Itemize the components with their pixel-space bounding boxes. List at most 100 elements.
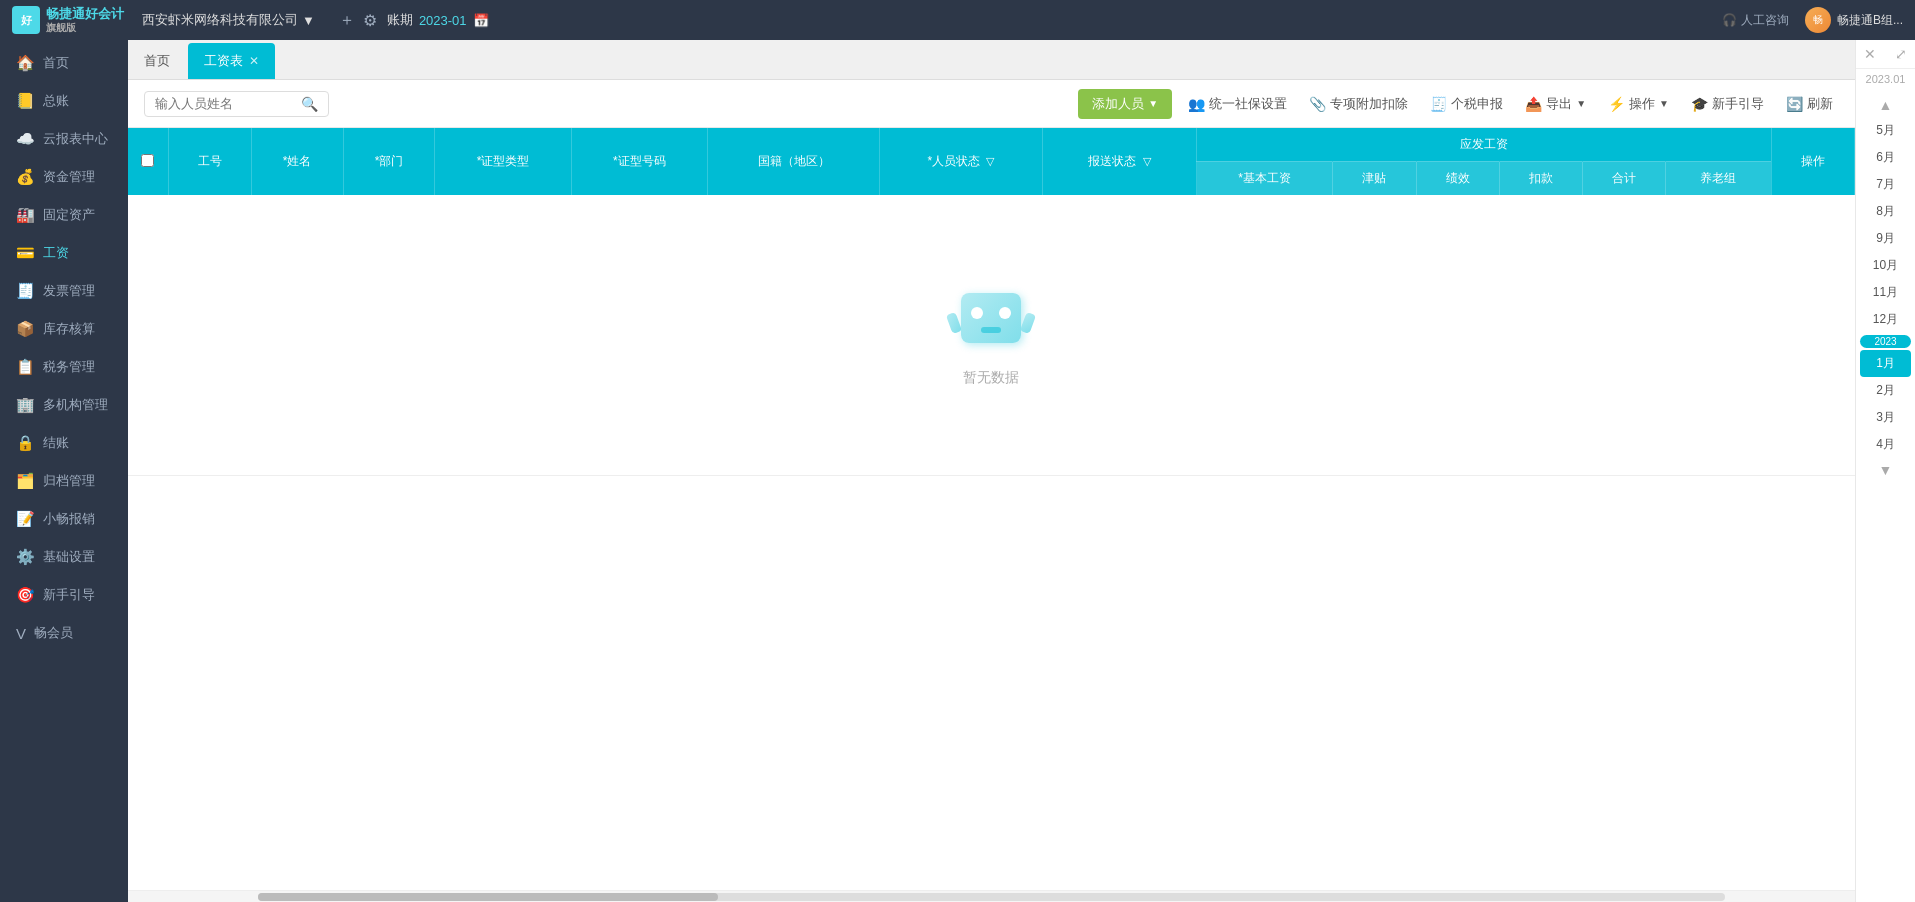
- social-security-icon: 👥: [1188, 96, 1205, 112]
- social-security-label: 统一社保设置: [1209, 95, 1287, 113]
- special-deduction-icon: 📎: [1309, 96, 1326, 112]
- robot-arm-left: [946, 312, 962, 334]
- social-security-btn[interactable]: 👥 统一社保设置: [1182, 91, 1293, 117]
- empty-row: 暂无数据: [128, 195, 1855, 476]
- refresh-btn[interactable]: 🔄 刷新: [1780, 91, 1839, 117]
- checkbox-header[interactable]: [128, 128, 168, 195]
- th-report-status: 报送状态 ▽: [1042, 128, 1196, 195]
- sidebar-item-expense[interactable]: 📝 小畅报销: [0, 500, 128, 538]
- sidebar-item-guide[interactable]: 🎯 新手引导: [0, 576, 128, 614]
- cloud-icon: ☁️: [16, 130, 35, 148]
- user-info[interactable]: 畅 畅捷通B组...: [1805, 7, 1903, 33]
- sidebar-label-member: 畅会员: [34, 624, 73, 642]
- sidebar-item-salary[interactable]: 💳 工资: [0, 234, 128, 272]
- period-value[interactable]: 2023-01: [419, 13, 467, 28]
- invoice-icon: 🧾: [16, 282, 35, 300]
- settings-icon[interactable]: ⚙: [363, 11, 377, 30]
- company-selector[interactable]: 西安虾米网络科技有限公司 ▼: [134, 7, 323, 33]
- sidebar-label-close: 结账: [43, 434, 69, 452]
- date-item-2022-8[interactable]: 8月: [1856, 198, 1915, 225]
- date-nav-down[interactable]: ▼: [1856, 458, 1915, 482]
- report-status-filter-icon[interactable]: ▽: [1143, 155, 1151, 167]
- th-number: 工号: [168, 128, 251, 195]
- operations-icon: ⚡: [1608, 96, 1625, 112]
- sidebar-item-close[interactable]: 🔒 结账: [0, 424, 128, 462]
- year-badge-2023: 2023: [1860, 335, 1911, 348]
- date-item-2022-12[interactable]: 12月: [1856, 306, 1915, 333]
- app-version: 旗舰版: [46, 22, 124, 34]
- company-dropdown-icon[interactable]: ▼: [302, 13, 315, 28]
- date-item-2022-6[interactable]: 6月: [1856, 144, 1915, 171]
- sidebar-item-archive[interactable]: 🗂️ 归档管理: [0, 462, 128, 500]
- date-item-2022-10[interactable]: 10月: [1856, 252, 1915, 279]
- date-item-2022-5[interactable]: 5月: [1856, 117, 1915, 144]
- calendar-icon[interactable]: 📅: [473, 13, 489, 28]
- operations-btn[interactable]: ⚡ 操作 ▼: [1602, 91, 1675, 117]
- date-item-2023-3[interactable]: 3月: [1856, 404, 1915, 431]
- search-input[interactable]: [155, 96, 295, 111]
- sidebar-item-settings[interactable]: ⚙️ 基础设置: [0, 538, 128, 576]
- sidebar-item-member[interactable]: V 畅会员: [0, 614, 128, 652]
- tab-home[interactable]: 首页: [128, 43, 186, 79]
- sidebar-item-fund[interactable]: 💰 资金管理: [0, 158, 128, 196]
- select-all-checkbox[interactable]: [141, 154, 154, 167]
- salary-table: 工号 *姓名 *部门 *证型类型 *证型号码 国籍（地区） *人员状态 ▽ 报送…: [128, 128, 1855, 476]
- person-status-filter-icon[interactable]: ▽: [986, 155, 994, 167]
- headset-icon: 🎧: [1722, 13, 1737, 27]
- personal-tax-btn[interactable]: 🧾 个税申报: [1424, 91, 1509, 117]
- bottom-scroll[interactable]: [128, 890, 1855, 902]
- panel-close-icon[interactable]: ✕: [1864, 46, 1876, 62]
- refresh-icon: 🔄: [1786, 96, 1803, 112]
- date-item-2023-4[interactable]: 4月: [1856, 431, 1915, 458]
- salary-icon: 💳: [16, 244, 35, 262]
- sidebar-item-tax[interactable]: 📋 税务管理: [0, 348, 128, 386]
- toolbar-right: 添加人员 ▼ 👥 统一社保设置 📎 专项附加扣除 🧾 个税申报 📤: [1078, 89, 1839, 119]
- operations-dropdown-icon: ▼: [1659, 98, 1669, 109]
- export-btn[interactable]: 📤 导出 ▼: [1519, 91, 1592, 117]
- refresh-label: 刷新: [1807, 95, 1833, 113]
- empty-state: 暂无数据: [138, 203, 1845, 467]
- table-body: 暂无数据: [128, 195, 1855, 476]
- th-performance: 绩效: [1416, 162, 1499, 196]
- home-icon: 🏠: [16, 54, 35, 72]
- date-item-2022-7[interactable]: 7月: [1856, 171, 1915, 198]
- sidebar-item-multi-org[interactable]: 🏢 多机构管理: [0, 386, 128, 424]
- table-header-row-1: 工号 *姓名 *部门 *证型类型 *证型号码 国籍（地区） *人员状态 ▽ 报送…: [128, 128, 1855, 162]
- sidebar-item-assets[interactable]: 🏭 固定资产: [0, 196, 128, 234]
- tab-salary-table[interactable]: 工资表 ✕: [188, 43, 275, 79]
- right-panel: ✕ ⤢ 2023.01 ▲ 5月 6月 7月 8月 9月 10月 11月 12月…: [1855, 40, 1915, 902]
- panel-expand-icon[interactable]: ⤢: [1895, 46, 1907, 62]
- sidebar-label-expense: 小畅报销: [43, 510, 95, 528]
- date-nav-up[interactable]: ▲: [1856, 93, 1915, 117]
- date-item-2023-1[interactable]: 1月: [1860, 350, 1911, 377]
- sidebar-item-home[interactable]: 🏠 首页: [0, 44, 128, 82]
- period-label: 账期: [387, 11, 413, 29]
- scroll-thumb[interactable]: [258, 893, 718, 901]
- sidebar-label-multi-org: 多机构管理: [43, 396, 108, 414]
- sidebar-item-invoice[interactable]: 🧾 发票管理: [0, 272, 128, 310]
- service-btn[interactable]: 🎧 人工咨询: [1722, 12, 1789, 29]
- empty-text: 暂无数据: [963, 369, 1019, 387]
- export-dropdown-icon: ▼: [1576, 98, 1586, 109]
- special-deduction-btn[interactable]: 📎 专项附加扣除: [1303, 91, 1414, 117]
- special-deduction-label: 专项附加扣除: [1330, 95, 1408, 113]
- archive-icon: 🗂️: [16, 472, 35, 490]
- operations-label: 操作: [1629, 95, 1655, 113]
- newbie-guide-btn[interactable]: 🎓 新手引导: [1685, 91, 1770, 117]
- date-item-2022-11[interactable]: 11月: [1856, 279, 1915, 306]
- sidebar-label-tax: 税务管理: [43, 358, 95, 376]
- search-wrap[interactable]: 🔍: [144, 91, 329, 117]
- tab-close-icon[interactable]: ✕: [249, 54, 259, 68]
- add-person-button[interactable]: 添加人员 ▼: [1078, 89, 1172, 119]
- sidebar-item-ledger[interactable]: 📒 总账: [0, 82, 128, 120]
- th-person-status: *人员状态 ▽: [880, 128, 1043, 195]
- sidebar-item-inventory[interactable]: 📦 库存核算: [0, 310, 128, 348]
- date-item-2023-2[interactable]: 2月: [1856, 377, 1915, 404]
- th-salary-group: 应发工资: [1197, 128, 1772, 162]
- th-allowance: 津贴: [1333, 162, 1416, 196]
- personal-tax-label: 个税申报: [1451, 95, 1503, 113]
- user-name: 畅捷通B组...: [1837, 12, 1903, 29]
- add-company-icon[interactable]: ＋: [339, 10, 355, 31]
- sidebar-item-cloud-report[interactable]: ☁️ 云报表中心: [0, 120, 128, 158]
- date-item-2022-9[interactable]: 9月: [1856, 225, 1915, 252]
